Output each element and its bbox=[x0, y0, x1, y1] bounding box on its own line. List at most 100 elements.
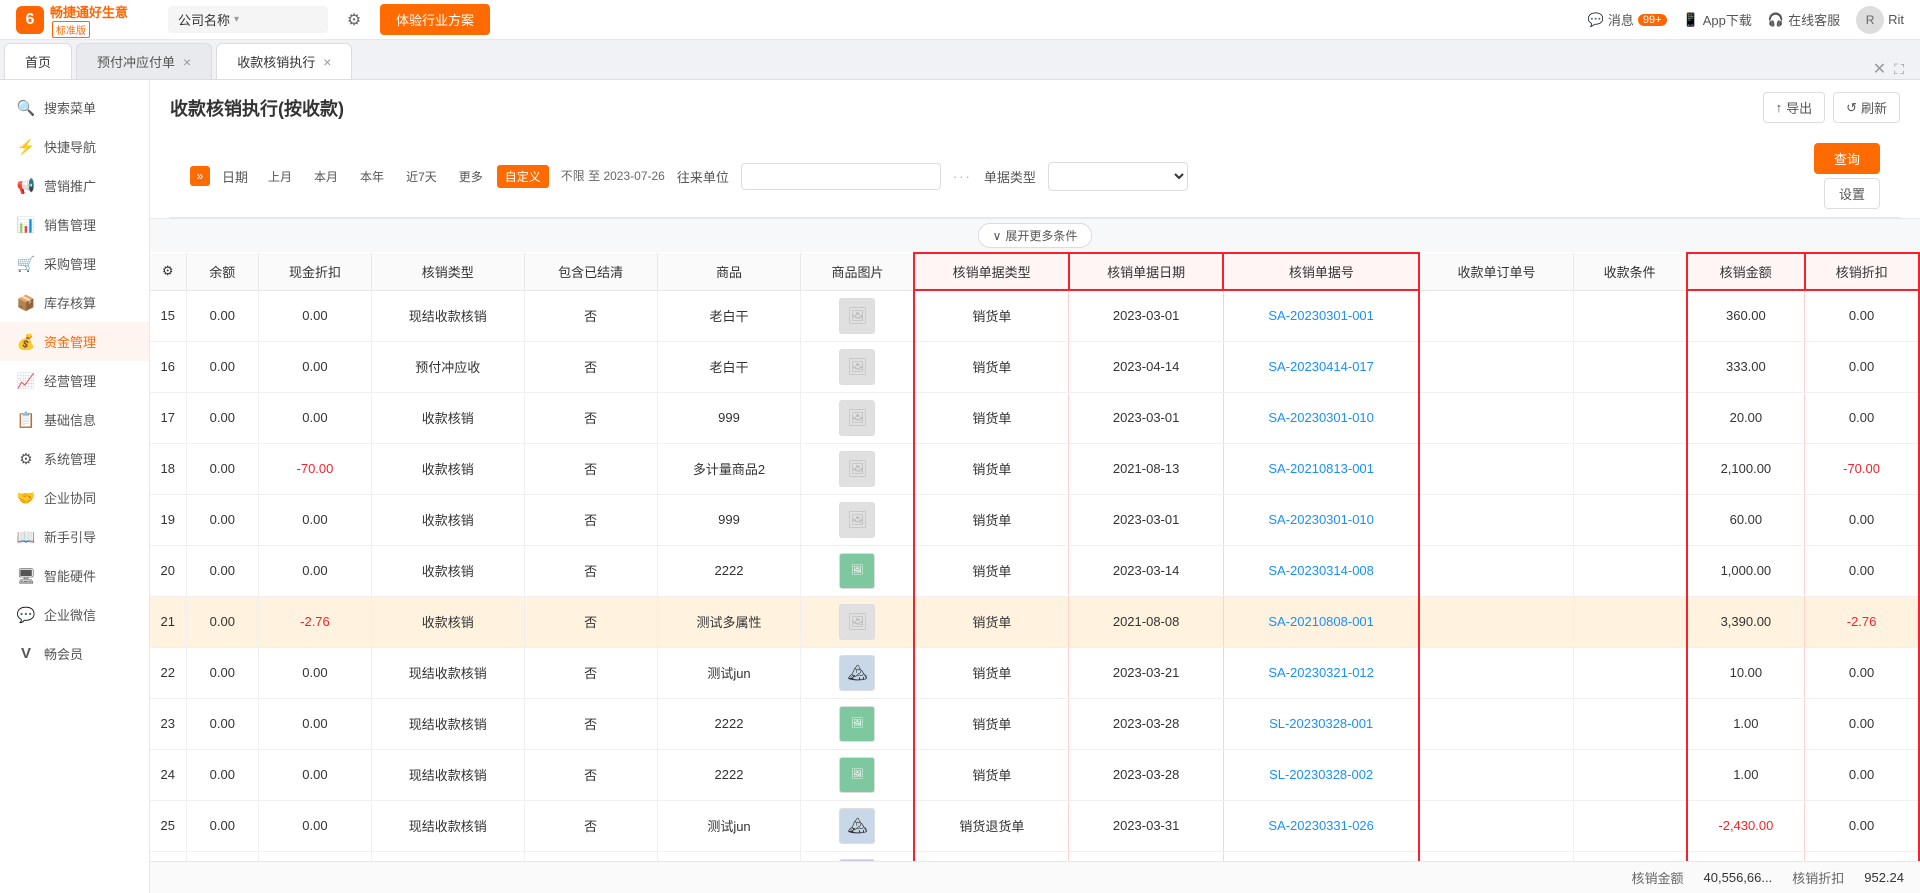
bill-no-link[interactable]: SA-20230301-010 bbox=[1268, 410, 1374, 425]
cell-bill-type: 销货单 bbox=[914, 392, 1068, 443]
date-option-custom[interactable]: 自定义 bbox=[497, 165, 549, 188]
tab-home-label: 首页 bbox=[25, 52, 51, 71]
online-service-label: 在线客服 bbox=[1788, 10, 1840, 29]
cell-img: 🖼 bbox=[801, 341, 915, 392]
cell-receipt-no bbox=[1419, 596, 1573, 647]
user-area[interactable]: R Rit bbox=[1856, 6, 1904, 34]
bill-no-link[interactable]: SL-20230328-002 bbox=[1269, 767, 1373, 782]
th-bill-type: 核销单据类型 bbox=[914, 253, 1068, 290]
company-selector[interactable]: 公司名称 ▾ bbox=[168, 6, 328, 33]
cell-cash-discount: 0.00 bbox=[259, 290, 372, 341]
user-name: Rit bbox=[1888, 12, 1904, 27]
maximize-icon[interactable]: ⛶ bbox=[1894, 61, 1904, 78]
cell-bill-no: SA-20210813-001 bbox=[1223, 443, 1419, 494]
tab-prepay-close[interactable]: × bbox=[183, 54, 191, 70]
table-container[interactable]: ⚙ 余额 现金折扣 核销类型 包含已结清 商品 商品图片 核销单据类型 核销单据… bbox=[150, 252, 1920, 861]
date-options: 上月 本月 本年 近7天 更多 自定义 bbox=[260, 165, 549, 188]
query-button[interactable]: 查询 bbox=[1814, 143, 1880, 174]
refresh-button[interactable]: ↺ 刷新 bbox=[1833, 92, 1900, 123]
bill-no-link[interactable]: SA-20230414-017 bbox=[1268, 359, 1374, 374]
tab-prepay[interactable]: 预付冲应付单 × bbox=[76, 43, 212, 79]
cell-bill-date: 2023-03-28 bbox=[1069, 698, 1223, 749]
cell-img: 🖼 bbox=[801, 494, 915, 545]
company-name: 公司名称 bbox=[178, 10, 230, 29]
th-amount: 核销金额 bbox=[1687, 253, 1805, 290]
receipt-type-select[interactable] bbox=[1048, 162, 1188, 191]
tab-receipt-close[interactable]: × bbox=[323, 54, 331, 70]
cell-balance: 0.00 bbox=[186, 341, 259, 392]
system-icon: ⚙ bbox=[16, 450, 36, 468]
cell-included: 否 bbox=[524, 392, 657, 443]
bill-no-link[interactable]: SA-20210813-001 bbox=[1268, 461, 1374, 476]
th-cash-discount: 现金折扣 bbox=[259, 253, 372, 290]
cell-goods: 测试多属性 bbox=[657, 596, 801, 647]
cell-type: 收款核销 bbox=[371, 545, 524, 596]
bill-no-link[interactable]: SA-20230314-008 bbox=[1268, 563, 1374, 578]
sidebar-item-purchase[interactable]: 🛒 采购管理 bbox=[0, 244, 149, 283]
sidebar-item-finance[interactable]: 💰 资金管理 bbox=[0, 322, 149, 361]
cell-condition bbox=[1573, 800, 1687, 851]
partner-input[interactable] bbox=[741, 163, 941, 190]
app-download-button[interactable]: 📱 App下载 bbox=[1683, 10, 1752, 29]
date-option-thismonth[interactable]: 本月 bbox=[306, 165, 346, 188]
export-button[interactable]: ↑ 导出 bbox=[1763, 92, 1826, 123]
sidebar-item-sales[interactable]: 📊 销售管理 bbox=[0, 205, 149, 244]
sidebar-item-hardware[interactable]: 🖥 智能硬件 bbox=[0, 556, 149, 595]
shortcut-icon: ⚡ bbox=[16, 138, 36, 156]
cell-included: 否 bbox=[524, 698, 657, 749]
sidebar-item-shortcut[interactable]: ⚡ 快捷导航 bbox=[0, 127, 149, 166]
date-option-thisyear[interactable]: 本年 bbox=[352, 165, 392, 188]
expand-arrow-icon: ∨ bbox=[993, 229, 1002, 243]
sidebar-item-system[interactable]: ⚙ 系统管理 bbox=[0, 439, 149, 478]
message-button[interactable]: 💬 消息 99+ bbox=[1588, 10, 1667, 29]
cell-included: 否 bbox=[524, 800, 657, 851]
table-row: 26 0.00 0.00 预收款核销 否 123D商品 🏛 销货单 2022-0… bbox=[150, 851, 1919, 861]
sidebar-item-member[interactable]: V 畅会员 bbox=[0, 634, 149, 673]
tab-receipt[interactable]: 收款核销执行 × bbox=[216, 43, 352, 79]
cell-discount: -2.76 bbox=[1805, 596, 1919, 647]
online-service-button[interactable]: 🎧 在线客服 bbox=[1768, 10, 1840, 29]
cell-num: 20 bbox=[150, 545, 186, 596]
page-header: 收款核销执行(按收款) ↑ 导出 ↺ 刷新 » 日期 bbox=[150, 80, 1920, 219]
sidebar-item-marketing[interactable]: 📢 营销推广 bbox=[0, 166, 149, 205]
cell-discount: 0.00 bbox=[1805, 494, 1919, 545]
dots-icon: ··· bbox=[953, 169, 972, 184]
bill-no-link[interactable]: SA-20230321-012 bbox=[1268, 665, 1374, 680]
collapse-arrow[interactable]: » bbox=[190, 166, 210, 186]
sidebar-label-shortcut: 快捷导航 bbox=[44, 137, 96, 156]
expand-conditions-button[interactable]: ∨ 展开更多条件 bbox=[978, 223, 1093, 248]
cell-bill-date: 2023-03-14 bbox=[1069, 545, 1223, 596]
sidebar-item-basic[interactable]: 📋 基础信息 bbox=[0, 400, 149, 439]
sidebar-item-search[interactable]: 🔍 搜索菜单 bbox=[0, 88, 149, 127]
sidebar-item-operation[interactable]: 📈 经营管理 bbox=[0, 361, 149, 400]
column-settings-icon[interactable]: ⚙ bbox=[160, 263, 176, 279]
date-option-7days[interactable]: 近7天 bbox=[398, 165, 445, 188]
bill-no-link[interactable]: SL-20230328-001 bbox=[1269, 716, 1373, 731]
bill-no-link[interactable]: SA-20230331-026 bbox=[1268, 818, 1374, 833]
sidebar-item-guide[interactable]: 📖 新手引导 bbox=[0, 517, 149, 556]
bill-no-link[interactable]: SA-20210808-001 bbox=[1268, 614, 1374, 629]
sidebar-item-inventory[interactable]: 📦 库存核算 bbox=[0, 283, 149, 322]
trial-button[interactable]: 体验行业方案 bbox=[380, 4, 490, 35]
cell-receipt-no bbox=[1419, 443, 1573, 494]
gear-icon-button[interactable]: ⚙ bbox=[340, 6, 368, 34]
close-all-icon[interactable]: ✕ bbox=[1873, 59, 1886, 79]
top-bar: 6 畅捷通好生意 标准版 公司名称 ▾ ⚙ 体验行业方案 💬 消息 99+ 📱 … bbox=[0, 0, 1920, 40]
main-content: 🔍 搜索菜单 ⚡ 快捷导航 📢 营销推广 📊 销售管理 🛒 采购管理 📦 库存核… bbox=[0, 80, 1920, 893]
sidebar-item-collab[interactable]: 🤝 企业协同 bbox=[0, 478, 149, 517]
cell-discount: 0.00 bbox=[1805, 851, 1919, 861]
sidebar-item-wechat[interactable]: 💬 企业微信 bbox=[0, 595, 149, 634]
table-row: 25 0.00 0.00 现结收款核销 否 测试jun 🏔 销货退货单 2023… bbox=[150, 800, 1919, 851]
cell-cash-discount: 0.00 bbox=[259, 647, 372, 698]
product-image: 🖼 bbox=[839, 553, 875, 589]
bill-no-link[interactable]: SA-20230301-010 bbox=[1268, 512, 1374, 527]
cell-receipt-no bbox=[1419, 749, 1573, 800]
tab-home[interactable]: 首页 bbox=[4, 43, 72, 79]
date-option-lastmonth[interactable]: 上月 bbox=[260, 165, 300, 188]
cell-img: 🖼 bbox=[801, 443, 915, 494]
cell-balance: 0.00 bbox=[186, 800, 259, 851]
settings-button[interactable]: 设置 bbox=[1824, 178, 1880, 209]
bill-no-link[interactable]: SA-20230301-001 bbox=[1268, 308, 1374, 323]
export-label: 导出 bbox=[1786, 98, 1812, 117]
date-option-more[interactable]: 更多 bbox=[451, 165, 491, 188]
